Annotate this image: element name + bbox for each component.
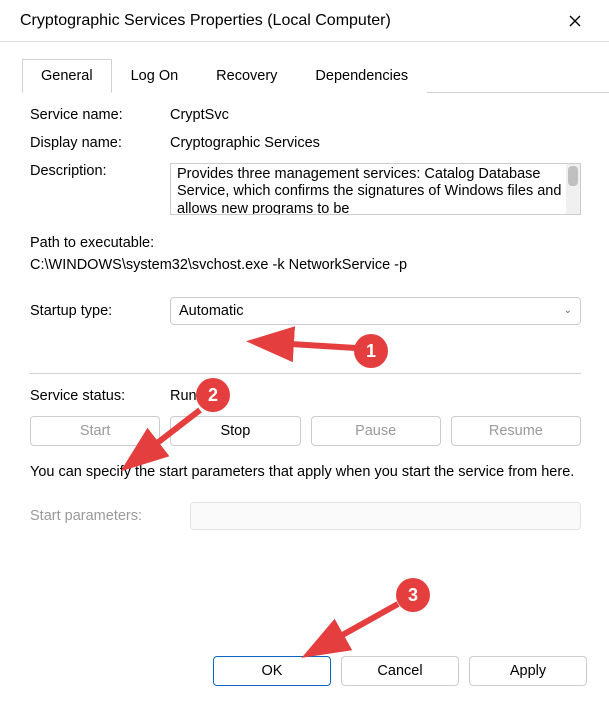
parameters-note: You can specify the start parameters tha… — [30, 462, 581, 482]
tab-dependencies[interactable]: Dependencies — [296, 59, 427, 93]
service-status-label: Service status: — [30, 388, 170, 404]
display-name-label: Display name: — [30, 135, 170, 151]
resume-button: Resume — [451, 416, 581, 446]
stop-button[interactable]: Stop — [170, 416, 300, 446]
chevron-down-icon: ⌄ — [564, 305, 572, 316]
tabs: General Log On Recovery Dependencies — [22, 58, 609, 93]
tab-general[interactable]: General — [22, 59, 112, 93]
start-parameters-label: Start parameters: — [30, 508, 190, 524]
annotation-2: 2 — [196, 378, 230, 412]
start-parameters-input — [190, 502, 581, 530]
titlebar: Cryptographic Services Properties (Local… — [0, 0, 609, 42]
annotation-3: 3 — [396, 578, 430, 612]
footer-buttons: OK Cancel Apply — [213, 656, 587, 686]
service-name-label: Service name: — [30, 107, 170, 123]
divider — [30, 373, 581, 374]
ok-button[interactable]: OK — [213, 656, 331, 686]
description-text: Provides three management services: Cata… — [177, 166, 561, 215]
pause-button: Pause — [311, 416, 441, 446]
scrollbar-thumb[interactable] — [568, 166, 578, 186]
description-box[interactable]: Provides three management services: Cata… — [170, 163, 581, 215]
startup-type-value: Automatic — [179, 303, 243, 319]
path-value: C:\WINDOWS\system32\svchost.exe -k Netwo… — [30, 255, 581, 277]
start-button: Start — [30, 416, 160, 446]
description-scrollbar[interactable] — [566, 164, 580, 214]
startup-type-select[interactable]: Automatic ⌄ — [170, 297, 581, 325]
service-name-value: CryptSvc — [170, 107, 229, 123]
tab-recovery[interactable]: Recovery — [197, 59, 296, 93]
close-icon[interactable] — [557, 6, 593, 36]
content: Service name: CryptSvc Display name: Cry… — [0, 93, 609, 530]
display-name-value: Cryptographic Services — [170, 135, 320, 151]
apply-button[interactable]: Apply — [469, 656, 587, 686]
tab-logon[interactable]: Log On — [112, 59, 198, 93]
annotation-1: 1 — [354, 334, 388, 368]
startup-type-label: Startup type: — [30, 303, 170, 319]
description-label: Description: — [30, 163, 170, 179]
cancel-button[interactable]: Cancel — [341, 656, 459, 686]
path-header: Path to executable: — [30, 233, 581, 255]
window-title: Cryptographic Services Properties (Local… — [20, 12, 391, 30]
